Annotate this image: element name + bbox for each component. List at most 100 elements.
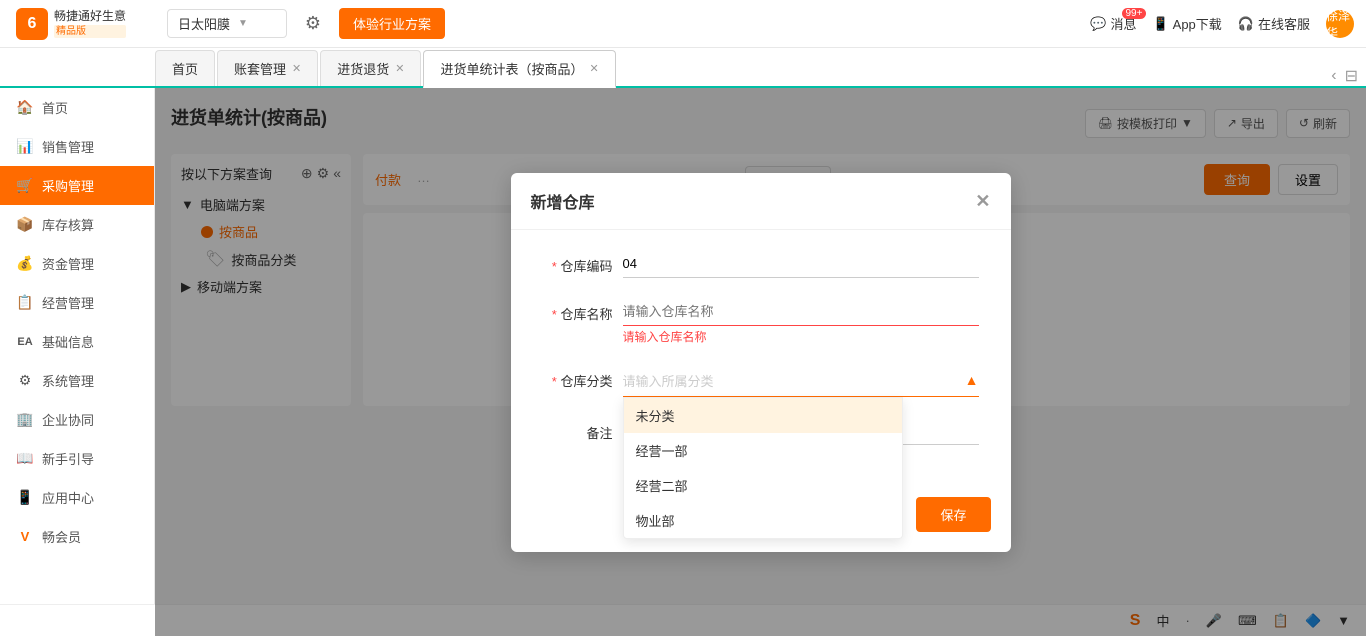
online-service-label: 在线客服 xyxy=(1258,14,1310,33)
notes-label: 备注 xyxy=(543,417,623,442)
sidebar-finance-label: 资金管理 xyxy=(42,254,94,273)
sidebar-item-guide[interactable]: 📖 新手引导 xyxy=(0,439,154,478)
app-name: 畅捷通好生意 xyxy=(54,9,126,25)
category-placeholder: 请输入所属分类 xyxy=(623,371,714,390)
sidebar-item-operations[interactable]: 📋 经营管理 xyxy=(0,283,154,322)
top-bar: 6 畅捷通好生意 精品版 日太阳膜 ▼ ⚙ 体验行业方案 💬 消息 99+ 📱 … xyxy=(0,0,1366,48)
logo-area: 6 畅捷通好生意 精品版 xyxy=(12,8,167,40)
message-icon: 💬 xyxy=(1090,16,1106,32)
category-dropdown-list: 未分类 经营一部 经营二部 物业部 xyxy=(623,397,903,539)
name-field-row: * 仓库名称 请输入仓库名称 xyxy=(543,298,979,345)
tab-actions: ‹ ⊟ xyxy=(1331,66,1366,86)
tab-purchase-stats-label: 进货单统计表（按商品） xyxy=(440,59,583,78)
sidebar-sales-label: 销售管理 xyxy=(42,137,94,156)
sidebar-item-app[interactable]: 📱 应用中心 xyxy=(0,478,154,517)
user-area[interactable]: 徐泽华 xyxy=(1326,10,1354,38)
online-service-button[interactable]: 🎧 在线客服 xyxy=(1238,14,1310,33)
tab-accounts-close[interactable]: ✕ xyxy=(292,62,301,75)
dropdown-item-dept1[interactable]: 经营一部 xyxy=(624,433,902,468)
app-download-label: App下载 xyxy=(1173,14,1222,33)
tab-accounts[interactable]: 账套管理 ✕ xyxy=(217,50,318,86)
notes-label-text: 备注 xyxy=(586,426,612,441)
name-input[interactable] xyxy=(623,298,979,326)
tab-purchase-return-label: 进货退货 xyxy=(337,59,389,78)
tab-more-icon[interactable]: ⊟ xyxy=(1345,66,1358,86)
tab-bar: 首页 账套管理 ✕ 进货退货 ✕ 进货单统计表（按商品） ✕ ‹ ⊟ xyxy=(0,48,1366,88)
sidebar-system-label: 系统管理 xyxy=(42,371,94,390)
sidebar-item-system[interactable]: ⚙ 系统管理 xyxy=(0,361,154,400)
save-button[interactable]: 保存 xyxy=(916,497,990,532)
name-input-wrap: 请输入仓库名称 xyxy=(623,298,979,345)
category-dropdown[interactable]: 请输入所属分类 ▲ xyxy=(623,365,979,397)
tab-purchase-stats-close[interactable]: ✕ xyxy=(590,62,599,75)
sidebar-inventory-label: 库存核算 xyxy=(42,215,94,234)
sidebar-member-label: 畅会员 xyxy=(42,527,81,546)
add-warehouse-dialog: 新增仓库 ✕ * 仓库编码 xyxy=(511,173,1011,552)
dialog-header: 新增仓库 ✕ xyxy=(511,173,1011,230)
name-label-text: 仓库名称 xyxy=(560,307,612,322)
tab-purchase-stats[interactable]: 进货单统计表（按商品） ✕ xyxy=(423,50,615,88)
sidebar: 🏠 首页 📊 销售管理 🛒 采购管理 📦 库存核算 💰 资金管理 📋 经营管理 … xyxy=(0,88,155,636)
top-right-area: 💬 消息 99+ 📱 App下载 🎧 在线客服 徐泽华 xyxy=(1090,10,1354,38)
username-label: 徐泽华 xyxy=(1326,7,1354,41)
category-field-row: * 仓库分类 请输入所属分类 ▲ 未分类 经营一部 经营二部 xyxy=(543,365,979,397)
sidebar-item-enterprise[interactable]: 🏢 企业协同 xyxy=(0,400,154,439)
inventory-icon: 📦 xyxy=(16,216,34,234)
sidebar-home-label: 首页 xyxy=(42,98,68,117)
sales-icon: 📊 xyxy=(16,138,34,156)
messages-button[interactable]: 💬 消息 99+ xyxy=(1090,14,1136,33)
dialog-body: * 仓库编码 * 仓库名称 xyxy=(511,230,1011,485)
content-area: 进货单统计(按商品) 🖨 按模板打印 ▼ ↗ 导出 ↺ 刷新 xyxy=(155,88,1366,636)
dialog-title: 新增仓库 xyxy=(531,189,595,213)
dropdown-item-dept3[interactable]: 物业部 xyxy=(624,503,902,538)
app-download-button[interactable]: 📱 App下载 xyxy=(1152,14,1221,33)
store-selector[interactable]: 日太阳膜 ▼ xyxy=(167,9,287,38)
basic-icon: EA xyxy=(16,333,34,351)
dropdown-item-none[interactable]: 未分类 xyxy=(624,398,902,433)
member-icon: V xyxy=(16,528,34,546)
enterprise-icon: 🏢 xyxy=(16,411,34,429)
main-layout: 🏠 首页 📊 销售管理 🛒 采购管理 📦 库存核算 💰 资金管理 📋 经营管理 … xyxy=(0,88,1366,636)
headset-icon: 🎧 xyxy=(1238,16,1254,32)
dialog-close-button[interactable]: ✕ xyxy=(975,192,990,210)
app-icon: 📱 xyxy=(16,489,34,507)
phone-icon: 📱 xyxy=(1152,16,1168,32)
dropdown-arrow-icon: ▼ xyxy=(238,18,248,29)
category-label-text: 仓库分类 xyxy=(560,374,612,389)
sidebar-app-label: 应用中心 xyxy=(42,488,94,507)
finance-icon: 💰 xyxy=(16,255,34,273)
trial-button[interactable]: 体验行业方案 xyxy=(339,8,445,39)
dropdown-item-dept2[interactable]: 经营二部 xyxy=(624,468,902,503)
operations-icon: 📋 xyxy=(16,294,34,312)
category-dropdown-wrap: 请输入所属分类 ▲ 未分类 经营一部 经营二部 物业部 xyxy=(623,365,979,397)
sidebar-item-basic[interactable]: EA 基础信息 xyxy=(0,322,154,361)
code-input-wrap xyxy=(623,250,979,278)
guide-icon: 📖 xyxy=(16,450,34,468)
system-icon: ⚙ xyxy=(16,372,34,390)
notification-badge: 99+ xyxy=(1122,8,1147,19)
code-label-text: 仓库编码 xyxy=(560,259,612,274)
settings-icon[interactable]: ⚙ xyxy=(297,8,329,40)
store-name: 日太阳膜 xyxy=(178,14,230,33)
sidebar-item-finance[interactable]: 💰 资金管理 xyxy=(0,244,154,283)
sidebar-item-home[interactable]: 🏠 首页 xyxy=(0,88,154,127)
tab-purchase-return[interactable]: 进货退货 ✕ xyxy=(320,50,421,86)
modal-overlay: 新增仓库 ✕ * 仓库编码 xyxy=(155,88,1366,636)
sidebar-item-purchase[interactable]: 🛒 采购管理 xyxy=(0,166,154,205)
sidebar-item-inventory[interactable]: 📦 库存核算 xyxy=(0,205,154,244)
code-label: * 仓库编码 xyxy=(543,250,623,275)
tab-purchase-return-close[interactable]: ✕ xyxy=(395,62,404,75)
avatar: 徐泽华 xyxy=(1326,10,1354,38)
name-label: * 仓库名称 xyxy=(543,298,623,323)
app-badge: 精品版 xyxy=(54,25,126,38)
tab-accounts-label: 账套管理 xyxy=(234,59,286,78)
sidebar-operations-label: 经营管理 xyxy=(42,293,94,312)
home-icon: 🏠 xyxy=(16,99,34,117)
sidebar-item-sales[interactable]: 📊 销售管理 xyxy=(0,127,154,166)
tab-home[interactable]: 首页 xyxy=(155,50,215,86)
code-field-row: * 仓库编码 xyxy=(543,250,979,278)
purchase-icon: 🛒 xyxy=(16,177,34,195)
code-input[interactable] xyxy=(623,250,979,278)
tab-prev-icon[interactable]: ‹ xyxy=(1331,67,1336,85)
sidebar-item-member[interactable]: V 畅会员 xyxy=(0,517,154,556)
